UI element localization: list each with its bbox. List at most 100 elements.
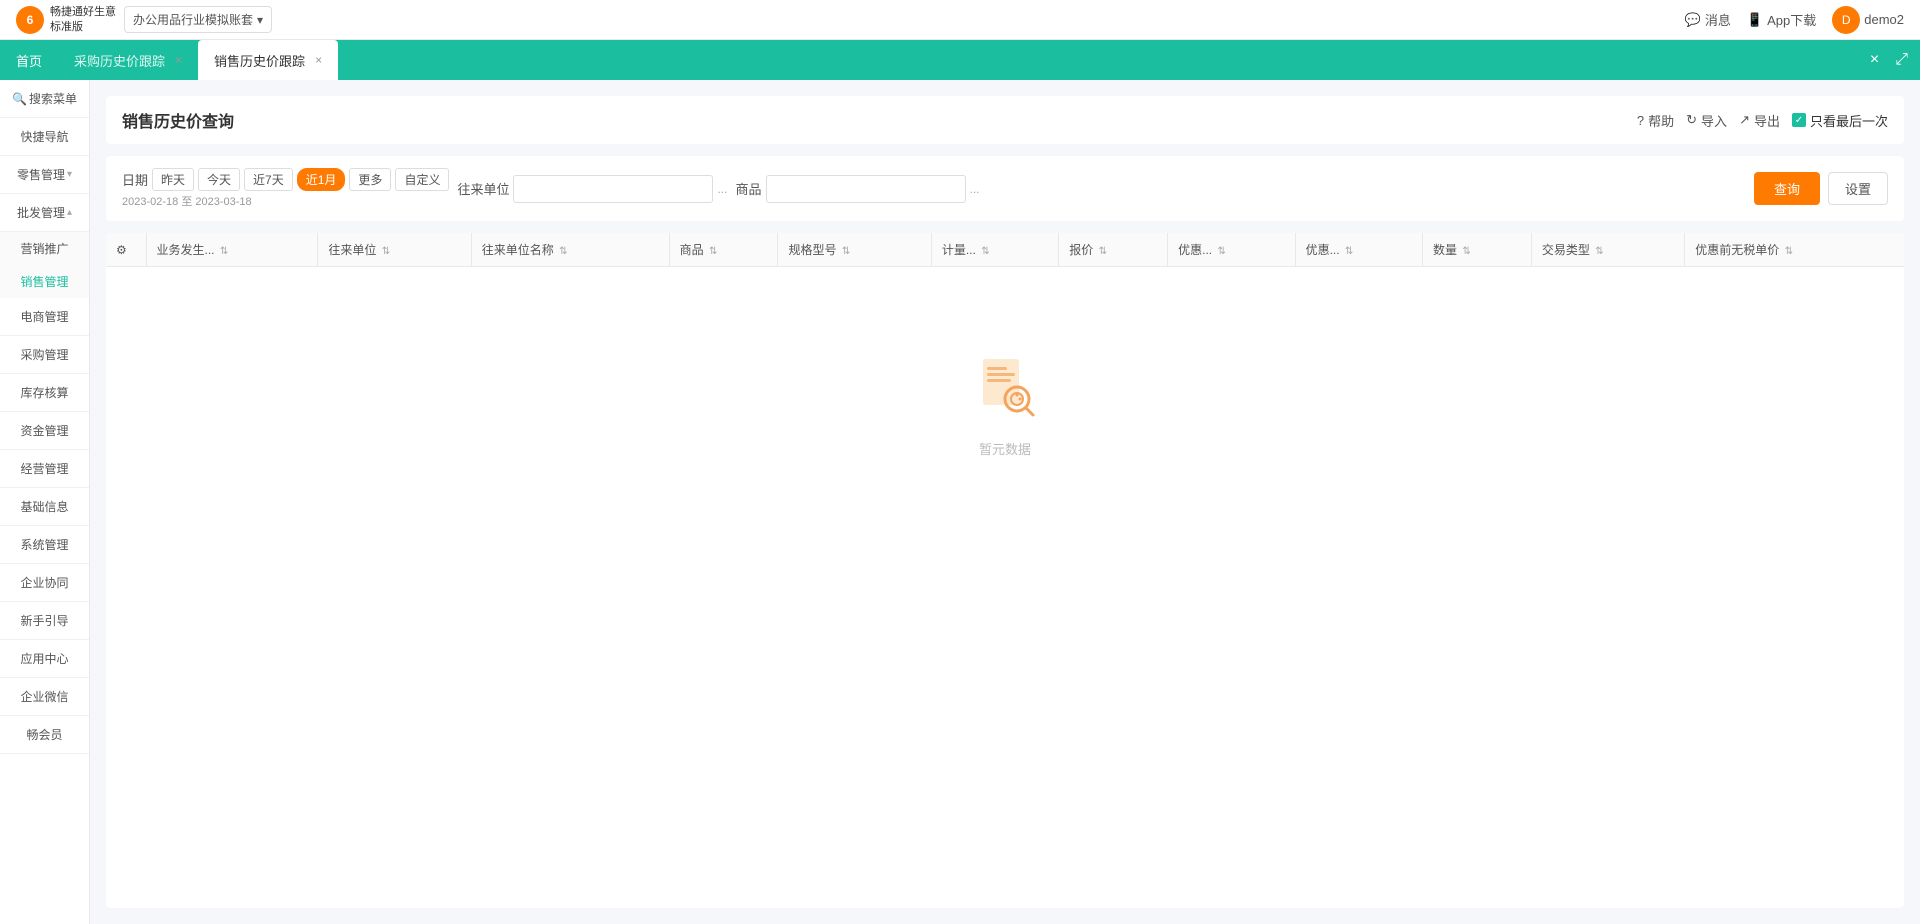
app-download-button[interactable]: 📱 App下载 — [1747, 10, 1816, 29]
empty-state: 暂元数据 — [106, 267, 1904, 538]
message-button[interactable]: 💬 消息 — [1685, 10, 1731, 29]
tab-home[interactable]: 首页 — [0, 40, 58, 80]
page-header: 销售历史价查询 ? 帮助 ↻ 导入 ↗ 导出 ✓ — [106, 96, 1904, 144]
table-container: ⚙ 业务发生... ⇅ 往来单位 ⇅ 往来单位名称 ⇅ — [106, 233, 1904, 908]
sidebar-item-app-center[interactable]: 应用中心 — [0, 640, 89, 678]
export-icon: ↗ — [1739, 112, 1750, 128]
tab-close-sales[interactable]: × — [315, 53, 322, 67]
sidebar-item-basic-info[interactable]: 基础信息 — [0, 488, 89, 526]
col-product[interactable]: 商品 ⇅ — [669, 233, 778, 267]
col-quantity[interactable]: 数量 ⇅ — [1422, 233, 1531, 267]
import-icon: ↻ — [1686, 112, 1697, 128]
sidebar-item-marketing[interactable]: 营销推广 — [0, 232, 89, 265]
close-window-button[interactable]: × — [1866, 47, 1883, 73]
sidebar-item-quick-nav[interactable]: 快捷导航 — [0, 118, 89, 156]
sidebar-item-wechat[interactable]: 企业微信 — [0, 678, 89, 716]
sidebar-item-system[interactable]: 系统管理 — [0, 526, 89, 564]
col-partner-name[interactable]: 往来单位名称 ⇅ — [471, 233, 669, 267]
sidebar-item-search[interactable]: 🔍 搜索菜单 — [0, 80, 89, 118]
col-settings[interactable]: ⚙ — [106, 233, 146, 267]
sidebar-item-retail[interactable]: 零售管理 ▾ — [0, 156, 89, 194]
logo-icon: 6 — [16, 6, 44, 34]
sort-icon-partner-code: ⇅ — [382, 246, 390, 257]
col-pretax-price[interactable]: 优惠前无税单价 ⇅ — [1685, 233, 1904, 267]
sort-icon-quantity: ⇅ — [1462, 246, 1470, 257]
col-trade-type[interactable]: 交易类型 ⇅ — [1531, 233, 1684, 267]
export-button[interactable]: ↗ 导出 — [1739, 111, 1780, 130]
import-button[interactable]: ↻ 导入 — [1686, 111, 1727, 130]
tab-bar: 首页 采购历史价跟踪 × 销售历史价跟踪 × × ⤢ — [0, 40, 1920, 80]
user-menu[interactable]: D demo2 — [1832, 6, 1904, 34]
only-latest-toggle[interactable]: ✓ 只看最后一次 — [1792, 111, 1888, 130]
tab-purchase-history[interactable]: 采购历史价跟踪 × — [58, 40, 198, 80]
sort-icon-pretax-price: ⇅ — [1785, 246, 1793, 257]
partner-filter-group: 往来单位 ... — [457, 175, 727, 203]
empty-illustration — [965, 347, 1045, 427]
col-spec[interactable]: 规格型号 ⇅ — [778, 233, 931, 267]
col-unit[interactable]: 计量... ⇅ — [931, 233, 1058, 267]
logo-text: 畅捷通好生意 标准版 — [50, 5, 116, 34]
sort-icon-spec: ⇅ — [842, 246, 850, 257]
date-btn-more[interactable]: 更多 — [349, 168, 391, 191]
page-content: 销售历史价查询 ? 帮助 ↻ 导入 ↗ 导出 ✓ — [90, 80, 1920, 924]
sidebar-item-finance[interactable]: 资金管理 — [0, 412, 89, 450]
filter-row: 日期 昨天 今天 近7天 近1月 更多 自定义 2023-02-18 至 202… — [122, 168, 1888, 209]
col-quote-price[interactable]: 报价 ⇅ — [1059, 233, 1168, 267]
chevron-down-icon: ▾ — [67, 169, 72, 180]
phone-icon: 📱 — [1747, 12, 1763, 28]
filter-actions: 查询 设置 — [1754, 172, 1888, 205]
sidebar-item-sales-mgmt[interactable]: 销售管理 — [0, 265, 89, 298]
sidebar-item-guide[interactable]: 新手引导 — [0, 602, 89, 640]
date-buttons: 日期 昨天 今天 近7天 近1月 更多 自定义 — [122, 168, 449, 191]
sidebar-item-vip[interactable]: 畅会员 — [0, 716, 89, 754]
content-area: 销售历史价查询 ? 帮助 ↻ 导入 ↗ 导出 ✓ — [90, 80, 1920, 924]
tab-bar-actions: × ⤢ — [1866, 47, 1920, 73]
logo-area: 6 畅捷通好生意 标准版 — [16, 5, 116, 34]
chevron-up-icon: ▴ — [67, 207, 72, 218]
empty-text: 暂元数据 — [979, 439, 1031, 458]
date-btn-last7days[interactable]: 近7天 — [244, 168, 293, 191]
sort-icon-discount2: ⇅ — [1345, 246, 1353, 257]
query-button[interactable]: 查询 — [1754, 172, 1820, 205]
table-body: 暂元数据 — [106, 267, 1904, 539]
sidebar-item-purchase[interactable]: 采购管理 — [0, 336, 89, 374]
sidebar-item-cooperation[interactable]: 企业协同 — [0, 564, 89, 602]
partner-label: 往来单位 — [457, 179, 509, 198]
sort-icon-quote-price: ⇅ — [1099, 246, 1107, 257]
top-header: 6 畅捷通好生意 标准版 办公用品行业模拟账套 ▾ 💬 消息 📱 App下载 D… — [0, 0, 1920, 40]
account-selector[interactable]: 办公用品行业模拟账套 ▾ — [124, 6, 272, 33]
partner-input[interactable] — [513, 175, 713, 203]
sidebar: 🔍 搜索菜单 快捷导航 零售管理 ▾ 批发管理 ▴ 营销推广 销售管理 电商管理… — [0, 80, 90, 924]
tab-sales-history[interactable]: 销售历史价跟踪 × — [198, 40, 338, 80]
col-discount1[interactable]: 优惠... ⇅ — [1168, 233, 1295, 267]
sidebar-item-operations[interactable]: 经营管理 — [0, 450, 89, 488]
date-btn-custom[interactable]: 自定义 — [395, 168, 449, 191]
help-icon: ? — [1637, 113, 1644, 128]
product-dots: ... — [970, 182, 980, 196]
col-discount2[interactable]: 优惠... ⇅ — [1295, 233, 1422, 267]
product-input[interactable] — [766, 175, 966, 203]
maximize-button[interactable]: ⤢ — [1891, 47, 1912, 73]
search-icon: 🔍 — [12, 92, 27, 106]
sidebar-item-wholesale[interactable]: 批发管理 ▴ — [0, 194, 89, 232]
header-right: 💬 消息 📱 App下载 D demo2 — [1685, 6, 1904, 34]
sort-icon-trade-type: ⇅ — [1595, 246, 1603, 257]
date-btn-today[interactable]: 今天 — [198, 168, 240, 191]
col-partner-code[interactable]: 往来单位 ⇅ — [318, 233, 471, 267]
sort-icon-biz-date: ⇅ — [220, 246, 228, 257]
date-btn-last1month[interactable]: 近1月 — [297, 168, 346, 191]
sidebar-item-ecommerce[interactable]: 电商管理 — [0, 298, 89, 336]
product-filter-group: 商品 ... — [735, 175, 979, 203]
partner-dots: ... — [717, 182, 727, 196]
header-left: 6 畅捷通好生意 标准版 办公用品行业模拟账套 ▾ — [16, 5, 272, 34]
date-label: 日期 — [122, 170, 148, 189]
sidebar-item-inventory[interactable]: 库存核算 — [0, 374, 89, 412]
col-biz-date[interactable]: 业务发生... ⇅ — [146, 233, 318, 267]
settings-button[interactable]: 设置 — [1828, 172, 1888, 205]
date-btn-yesterday[interactable]: 昨天 — [152, 168, 194, 191]
date-filter-group: 日期 昨天 今天 近7天 近1月 更多 自定义 2023-02-18 至 202… — [122, 168, 449, 209]
sort-icon-unit: ⇅ — [981, 246, 989, 257]
help-button[interactable]: ? 帮助 — [1637, 111, 1674, 130]
date-range-text: 2023-02-18 至 2023-03-18 — [122, 193, 449, 209]
tab-close-purchase[interactable]: × — [175, 53, 182, 67]
